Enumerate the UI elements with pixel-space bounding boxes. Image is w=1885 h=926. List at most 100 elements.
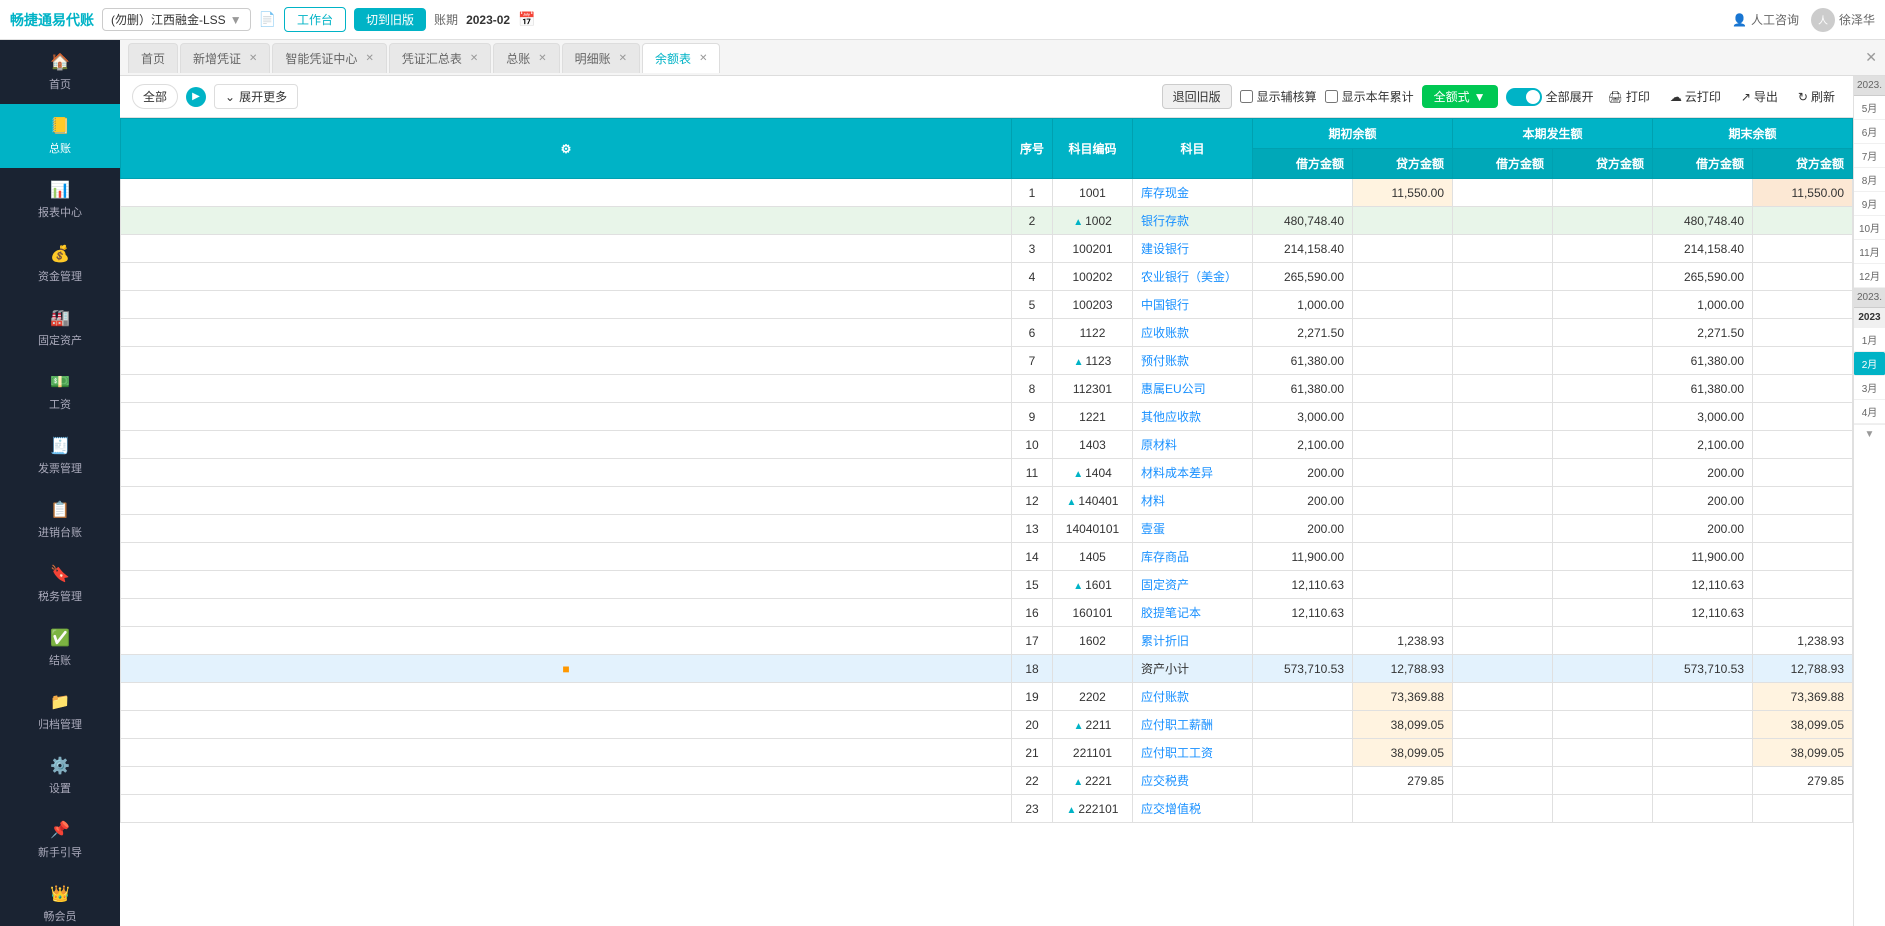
sidebar-item-salary[interactable]: 💵 工资 (0, 360, 120, 424)
sidebar-item-sales[interactable]: 📋 进销台账 (0, 488, 120, 552)
close-all-tabs[interactable]: ✕ (1865, 49, 1877, 66)
row-name-cell[interactable]: 库存商品 (1133, 543, 1253, 571)
row-name-cell[interactable]: 固定资产 (1133, 571, 1253, 599)
row-name-cell[interactable]: 应付账款 (1133, 683, 1253, 711)
content-area: 全部 ▶ ⌄ 展开更多 退回旧版 显示辅核算 (120, 76, 1885, 926)
row-cur-credit-cell (1553, 403, 1653, 431)
row-end-debit-cell (1653, 179, 1753, 207)
export-button[interactable]: ↗ 导出 (1735, 85, 1784, 108)
tab-general-ledger-close[interactable]: ✕ (538, 53, 546, 64)
row-name-cell[interactable]: 材料成本差异 (1133, 459, 1253, 487)
sidebar-item-member[interactable]: 👑 畅会员 (0, 872, 120, 926)
tab-voucher-summary-label: 凭证汇总表 (402, 50, 462, 67)
tab-voucher-summary[interactable]: 凭证汇总表 ✕ (389, 43, 491, 73)
month-10[interactable]: 10月 (1854, 216, 1885, 240)
month-6[interactable]: 6月 (1854, 120, 1885, 144)
row-name-cell[interactable]: 其他应收款 (1133, 403, 1253, 431)
sidebar-item-guide[interactable]: 📌 新手引导 (0, 808, 120, 872)
tab-general-ledger[interactable]: 总账 ✕ (493, 43, 559, 73)
switch-version-button[interactable]: 切到旧版 (354, 8, 426, 31)
month-11[interactable]: 11月 (1854, 240, 1885, 264)
right-sidebar-scroll-down[interactable]: ▼ (1854, 424, 1885, 444)
sidebar-item-reports[interactable]: 📊 报表中心 (0, 168, 120, 232)
row-name-cell[interactable]: 惠属EU公司 (1133, 375, 1253, 403)
row-cur-credit-cell (1553, 459, 1653, 487)
tab-detail-ledger-close[interactable]: ✕ (619, 53, 627, 64)
month-8[interactable]: 8月 (1854, 168, 1885, 192)
table-row: 11001库存现金11,550.0011,550.00 (121, 179, 1853, 207)
row-name-cell[interactable]: 应收账款 (1133, 319, 1253, 347)
tab-new-voucher-close[interactable]: ✕ (249, 53, 257, 64)
print-button[interactable]: 🖨 打印 (1602, 85, 1656, 108)
year-2023[interactable]: 2023 (1854, 308, 1885, 328)
th-settings[interactable]: ⚙ (121, 119, 1012, 179)
sidebar-item-funds[interactable]: 💰 资金管理 (0, 232, 120, 296)
sidebar-item-closing[interactable]: ✅ 结账 (0, 616, 120, 680)
tab-smart-voucher[interactable]: 智能凭证中心 ✕ (272, 43, 386, 73)
document-icon[interactable]: 📄 (259, 11, 276, 28)
tab-smart-voucher-close[interactable]: ✕ (365, 53, 373, 64)
table-row: 21221101应付职工工资38,099.0538,099.05 (121, 739, 1853, 767)
row-name-cell[interactable]: 累计折旧 (1133, 627, 1253, 655)
sidebar-item-tax[interactable]: 🔖 税务管理 (0, 552, 120, 616)
month-3[interactable]: 3月 (1854, 376, 1885, 400)
month-2[interactable]: 2月 (1854, 352, 1885, 376)
row-name-cell[interactable]: 建设银行 (1133, 235, 1253, 263)
month-12[interactable]: 12月 (1854, 264, 1885, 288)
company-selector[interactable]: (勿删）江西融金-LSS ▼ (102, 8, 251, 31)
row-name-cell[interactable]: 预付账款 (1133, 347, 1253, 375)
calendar-icon[interactable]: 📅 (518, 11, 535, 28)
sidebar-item-ledger[interactable]: 📒 总账 (0, 104, 120, 168)
row-name-cell[interactable]: 胶提笔记本 (1133, 599, 1253, 627)
filter-arrow-button[interactable]: ▶ (186, 87, 206, 107)
show-yearly-checkbox[interactable] (1325, 90, 1338, 103)
filter-all-button[interactable]: 全部 (132, 84, 178, 109)
row-name-cell[interactable]: 应付职工工资 (1133, 739, 1253, 767)
invoice-icon: 🧾 (50, 436, 70, 456)
expand-all-toggle[interactable] (1506, 88, 1542, 106)
sidebar-item-archive[interactable]: 📁 归档管理 (0, 680, 120, 744)
month-5[interactable]: 5月 (1854, 96, 1885, 120)
sidebar-item-settings[interactable]: ⚙️ 设置 (0, 744, 120, 808)
row-name-cell[interactable]: 农业银行（美金） (1133, 263, 1253, 291)
refresh-button[interactable]: ↻ 刷新 (1792, 85, 1841, 108)
sidebar-item-assets[interactable]: 🏭 固定资产 (0, 296, 120, 360)
display-mode-button[interactable]: 全额式 ▼ (1422, 85, 1498, 108)
row-no-cell: 1 (1011, 179, 1052, 207)
tab-voucher-summary-close[interactable]: ✕ (470, 53, 478, 64)
row-code-cell: 1221 (1053, 403, 1133, 431)
workbench-button[interactable]: 工作台 (284, 7, 346, 32)
row-settings-cell (121, 515, 1012, 543)
tab-detail-ledger[interactable]: 明细账 ✕ (562, 43, 640, 73)
show-auxiliary-checkbox-group[interactable]: 显示辅核算 (1240, 88, 1317, 105)
tab-balance-close[interactable]: ✕ (699, 53, 707, 64)
row-name-cell[interactable]: 应交增值税 (1133, 795, 1253, 823)
show-auxiliary-checkbox[interactable] (1240, 90, 1253, 103)
row-name-cell[interactable]: 原材料 (1133, 431, 1253, 459)
cloud-print-button[interactable]: ☁ 云打印 (1664, 85, 1727, 108)
row-name-cell[interactable]: 材料 (1133, 487, 1253, 515)
row-settings-cell (121, 319, 1012, 347)
month-1[interactable]: 1月 (1854, 328, 1885, 352)
row-settings-cell (121, 767, 1012, 795)
row-name-cell[interactable]: 中国银行 (1133, 291, 1253, 319)
sidebar-item-home[interactable]: 🏠 首页 (0, 40, 120, 104)
month-4[interactable]: 4月 (1854, 400, 1885, 424)
return-old-version-button[interactable]: 退回旧版 (1162, 84, 1232, 109)
row-name-cell[interactable]: 应付职工薪酬 (1133, 711, 1253, 739)
tab-new-voucher[interactable]: 新增凭证 ✕ (180, 43, 270, 73)
expand-all-toggle-group[interactable]: 全部展开 (1506, 88, 1594, 106)
user-item[interactable]: 人 徐泽华 (1811, 8, 1875, 32)
row-name-cell[interactable]: 库存现金 (1133, 179, 1253, 207)
tab-home[interactable]: 首页 (128, 43, 178, 73)
row-name-cell[interactable]: 壹蛋 (1133, 515, 1253, 543)
expand-more-button[interactable]: ⌄ 展开更多 (214, 84, 298, 109)
month-9[interactable]: 9月 (1854, 192, 1885, 216)
sidebar-item-invoice[interactable]: 🧾 发票管理 (0, 424, 120, 488)
month-7[interactable]: 7月 (1854, 144, 1885, 168)
consult-item[interactable]: 👤 人工咨询 (1732, 11, 1799, 28)
tab-balance[interactable]: 余额表 ✕ (642, 43, 720, 73)
show-yearly-checkbox-group[interactable]: 显示本年累计 (1325, 88, 1414, 105)
row-name-cell[interactable]: 银行存款 (1133, 207, 1253, 235)
row-name-cell[interactable]: 应交税费 (1133, 767, 1253, 795)
